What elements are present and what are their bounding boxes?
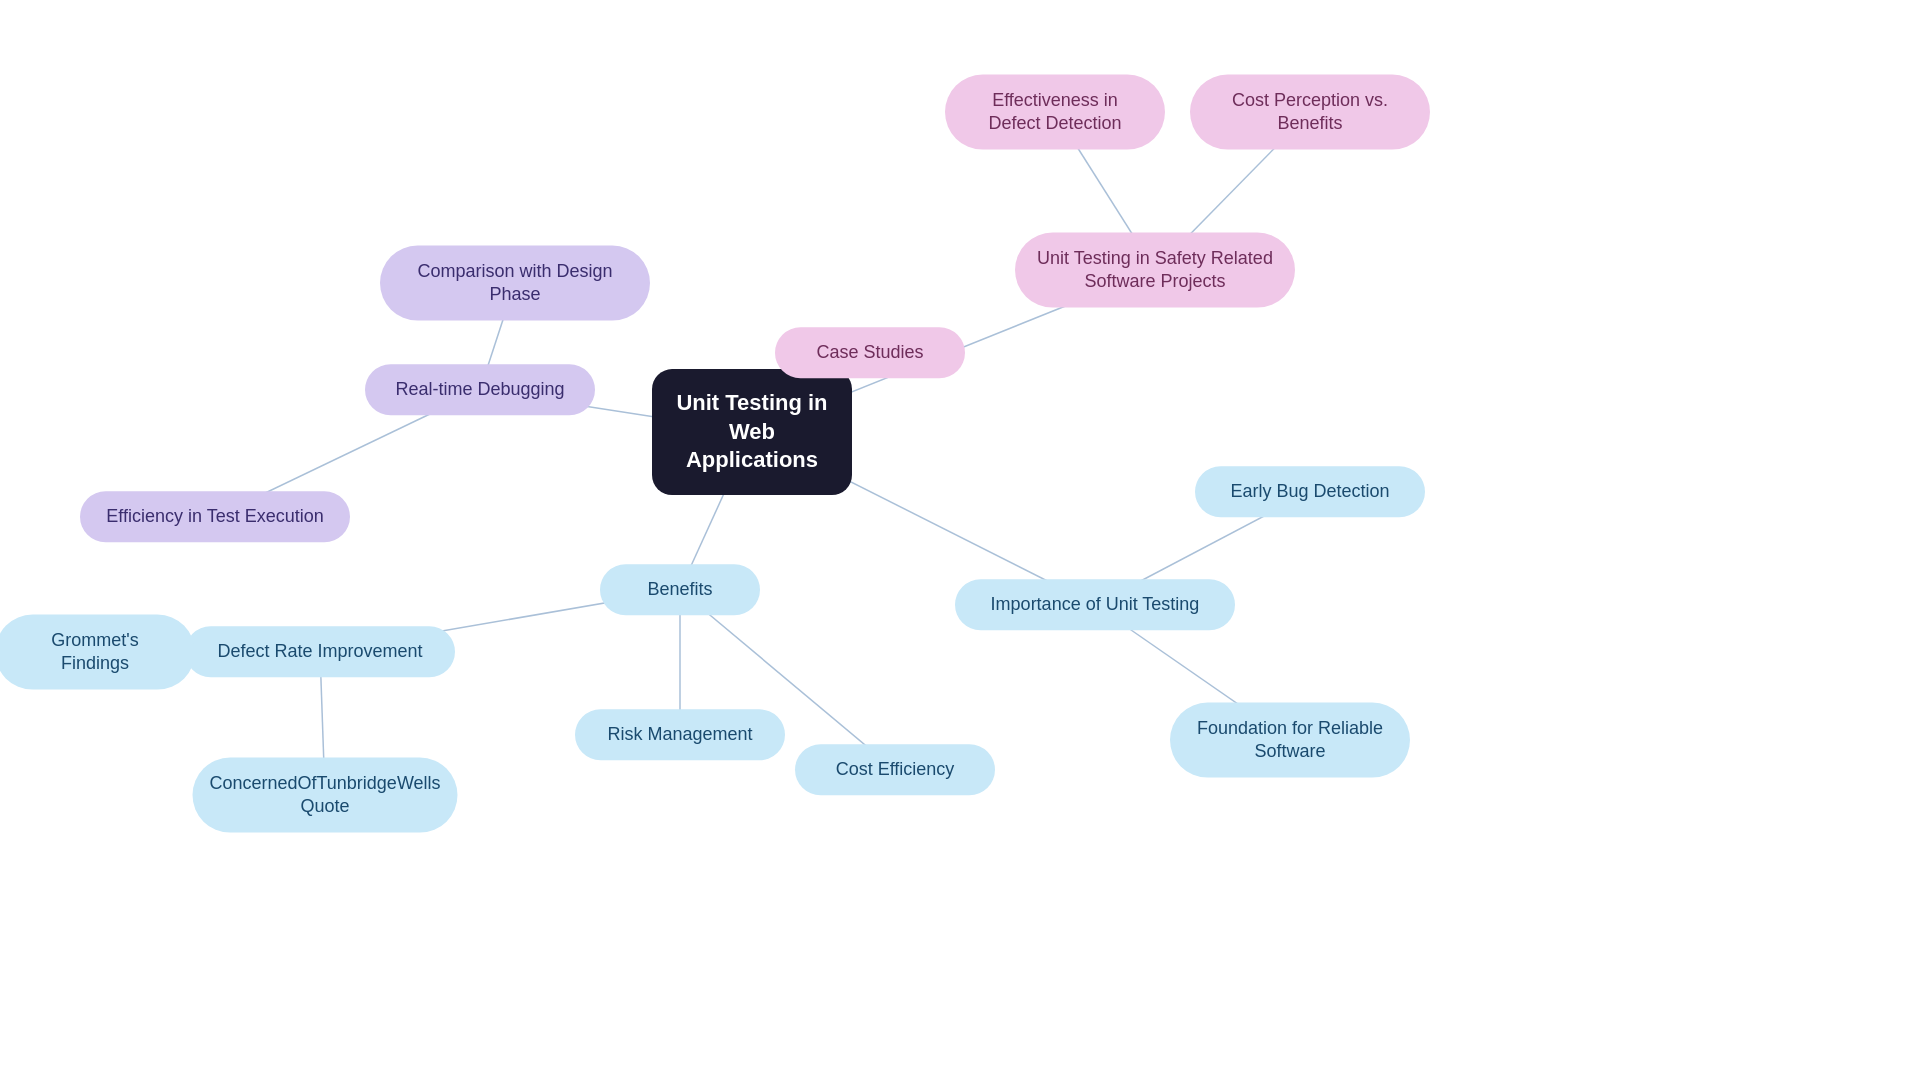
node-defect-rate[interactable]: Defect Rate Improvement bbox=[185, 626, 455, 677]
node-comparison-design[interactable]: Comparison with Design Phase bbox=[380, 246, 650, 321]
node-grommets[interactable]: Grommet's Findings bbox=[0, 615, 195, 690]
mind-map-canvas: Unit Testing in Web Applications Effectiv… bbox=[0, 0, 1920, 1083]
center-node[interactable]: Unit Testing in Web Applications bbox=[652, 369, 852, 495]
node-cost-efficiency[interactable]: Cost Efficiency bbox=[795, 744, 995, 795]
node-real-time-debugging[interactable]: Real-time Debugging bbox=[365, 364, 595, 415]
node-effectiveness[interactable]: Effectiveness in Defect Detection bbox=[945, 75, 1165, 150]
node-importance[interactable]: Importance of Unit Testing bbox=[955, 579, 1235, 630]
node-foundation[interactable]: Foundation for Reliable Software bbox=[1170, 703, 1410, 778]
node-risk-management[interactable]: Risk Management bbox=[575, 709, 785, 760]
node-cost-perception[interactable]: Cost Perception vs. Benefits bbox=[1190, 75, 1430, 150]
node-early-bug[interactable]: Early Bug Detection bbox=[1195, 466, 1425, 517]
node-unit-testing-safety[interactable]: Unit Testing in Safety Related Software … bbox=[1015, 233, 1295, 308]
node-case-studies[interactable]: Case Studies bbox=[775, 327, 965, 378]
node-concerned[interactable]: ConcernedOfTunbridgeWells Quote bbox=[193, 758, 458, 833]
node-efficiency-test[interactable]: Efficiency in Test Execution bbox=[80, 491, 350, 542]
node-benefits[interactable]: Benefits bbox=[600, 564, 760, 615]
